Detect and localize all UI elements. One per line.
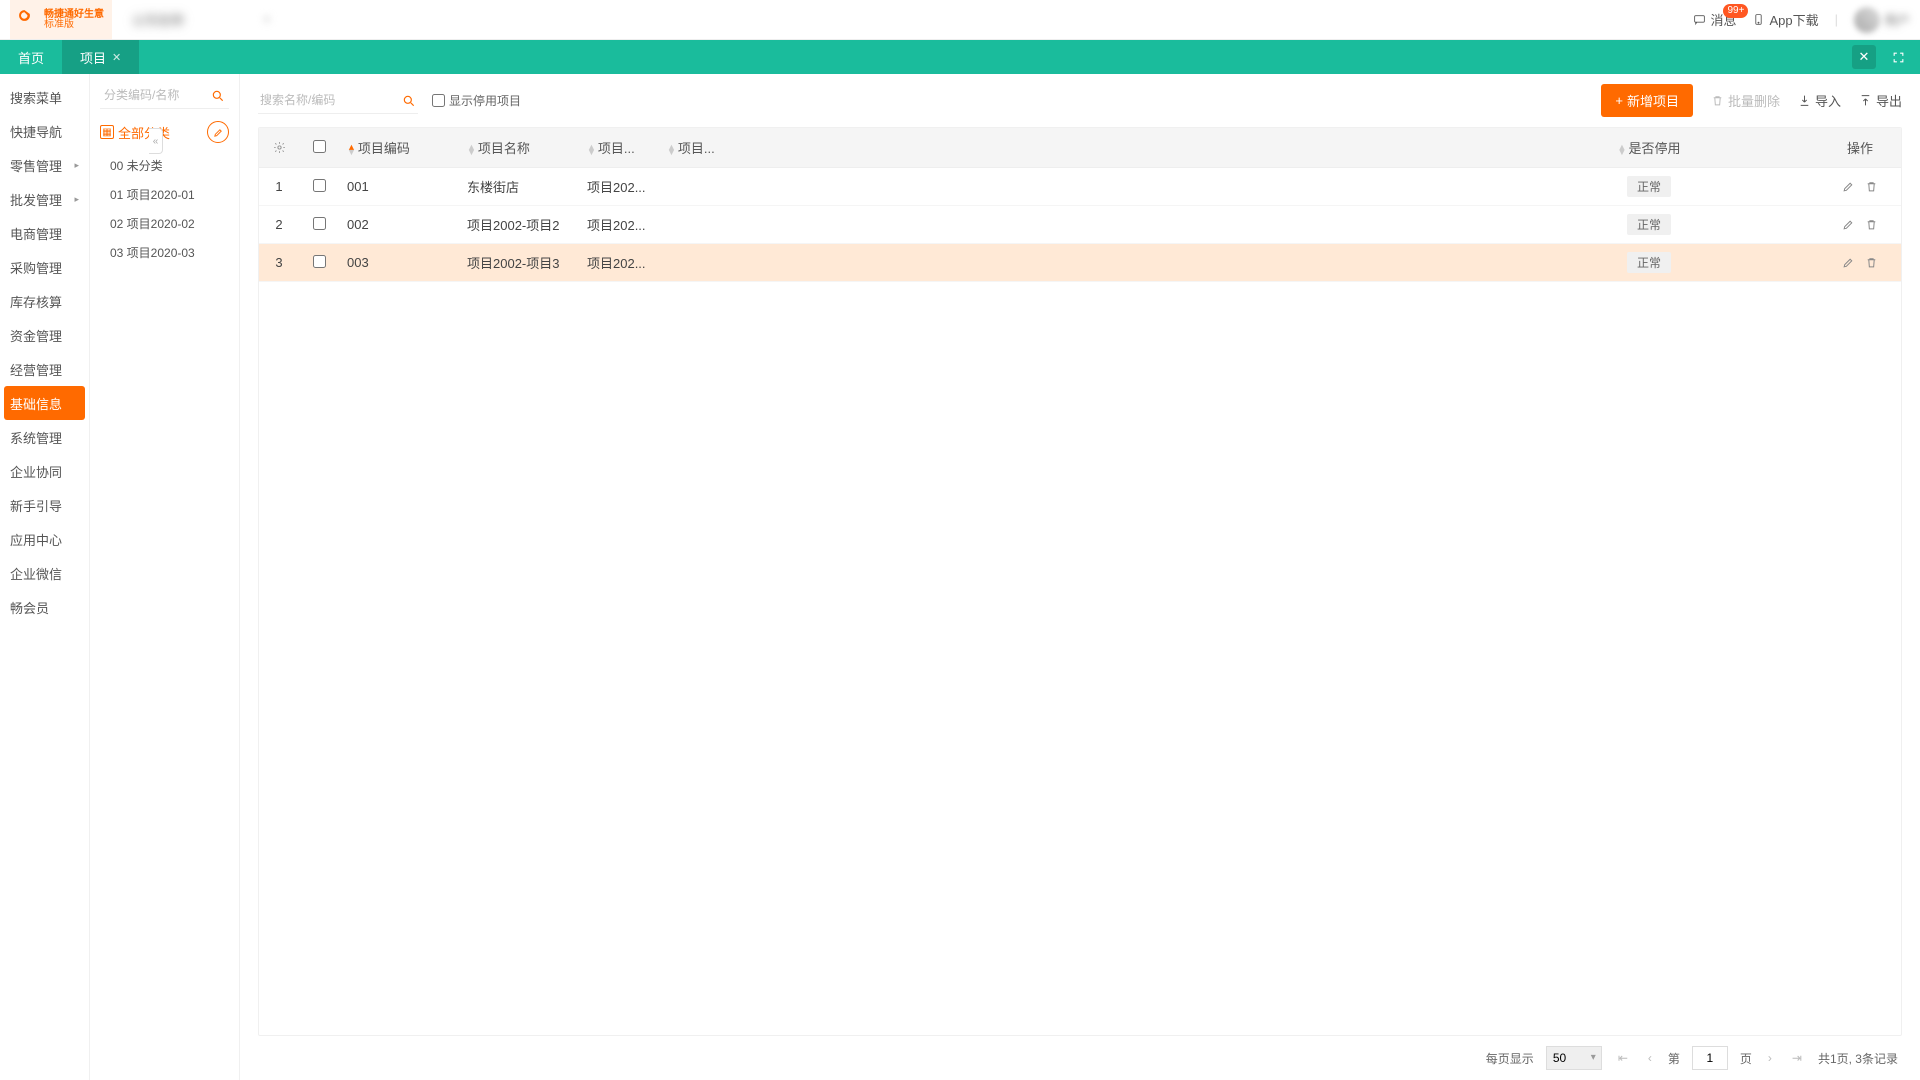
pagination: 每页显示 50 ▾ ⇤ ‹ 第 页 › ⇥ 共1页, 3条记录 <box>258 1036 1902 1074</box>
page-input[interactable] <box>1692 1046 1728 1070</box>
side-nav: 搜索菜单快捷导航零售管理▸批发管理▸电商管理采购管理库存核算资金管理经营管理基础… <box>0 74 90 1080</box>
row-checkbox[interactable] <box>313 179 326 192</box>
edit-category-button[interactable] <box>207 121 229 143</box>
nav-item[interactable]: 系统管理 <box>0 420 89 454</box>
close-all-tabs-button[interactable]: ✕ <box>1852 45 1876 69</box>
app-download-button[interactable]: App下载 <box>1752 10 1818 29</box>
edit-icon[interactable] <box>1842 255 1855 270</box>
search-icon[interactable] <box>211 88 225 104</box>
table-row[interactable]: 3 003 项目2002-项目3 项目202... 正常 <box>259 244 1901 282</box>
settings-column[interactable] <box>259 128 299 168</box>
export-button[interactable]: 导出 <box>1859 91 1902 110</box>
delete-icon[interactable] <box>1865 255 1878 270</box>
messages-badge: 99+ <box>1723 4 1748 18</box>
nav-item[interactable]: 畅会员 <box>0 590 89 624</box>
fullscreen-button[interactable] <box>1886 45 1910 69</box>
col-c3[interactable]: ▲▼项目... <box>579 128 659 168</box>
user-menu[interactable]: 用户 <box>1854 7 1910 33</box>
nav-item[interactable]: 新手引导 <box>0 488 89 522</box>
col-name[interactable]: ▲▼项目名称 <box>459 128 579 168</box>
nav-item[interactable]: 批发管理▸ <box>0 182 89 216</box>
grid-icon: ▦ <box>100 125 114 139</box>
prev-page-button[interactable]: ‹ <box>1644 1049 1656 1067</box>
avatar <box>1854 7 1880 33</box>
col-ops: 操作 <box>1819 128 1901 168</box>
import-icon <box>1798 93 1811 108</box>
nav-item[interactable]: 电商管理 <box>0 216 89 250</box>
select-all-checkbox[interactable] <box>299 128 339 168</box>
plus-icon: + <box>1615 93 1623 108</box>
search-icon[interactable] <box>402 93 416 109</box>
status-badge: 正常 <box>1627 176 1671 197</box>
col-status[interactable]: ▲▼是否停用 <box>1479 128 1819 168</box>
trash-icon <box>1711 93 1724 108</box>
nav-item[interactable]: 快捷导航 <box>0 114 89 148</box>
nav-item[interactable]: 经营管理 <box>0 352 89 386</box>
delete-icon[interactable] <box>1865 217 1878 232</box>
toolbar: 显示停用项目 + 新增项目 批量删除 导入 <box>258 84 1902 117</box>
top-bar: 畅捷通好生意 标准版 公司名称 ▾ 消息 99+ App下载 | 用户 <box>0 0 1920 40</box>
col-code[interactable]: ▲▼项目编码 <box>339 128 459 168</box>
category-panel: ▦ 全部分类 00 未分类01 项目2020-0102 项目2020-0203 … <box>90 74 240 1080</box>
nav-item[interactable]: 应用中心 <box>0 522 89 556</box>
caret-icon: ▸ <box>74 194 79 205</box>
gear-icon <box>273 140 286 155</box>
project-table: ▲▼项目编码 ▲▼项目名称 ▲▼项目... ▲▼项目... ▲▼是否停用 操作 … <box>259 128 1901 282</box>
message-icon <box>1693 12 1706 27</box>
status-badge: 正常 <box>1627 252 1671 273</box>
collapse-panel-button[interactable]: « <box>149 128 163 154</box>
app-logo: 畅捷通好生意 标准版 <box>10 0 112 39</box>
page-summary: 共1页, 3条记录 <box>1818 1050 1898 1067</box>
nav-item[interactable]: 搜索菜单 <box>0 80 89 114</box>
row-checkbox[interactable] <box>313 255 326 268</box>
category-search-input[interactable] <box>100 82 229 109</box>
chevron-down-icon: ▾ <box>264 13 270 26</box>
logo-text-2: 标准版 <box>44 20 104 30</box>
tab-project[interactable]: 项目 ✕ <box>62 40 139 74</box>
last-page-button[interactable]: ⇥ <box>1788 1049 1806 1067</box>
batch-delete-button[interactable]: 批量删除 <box>1711 91 1780 110</box>
col-c4[interactable]: ▲▼项目... <box>659 128 739 168</box>
nav-item[interactable]: 零售管理▸ <box>0 148 89 182</box>
edit-icon[interactable] <box>1842 217 1855 232</box>
content-area: 显示停用项目 + 新增项目 批量删除 导入 <box>240 74 1920 1080</box>
col-spacer <box>739 128 1479 168</box>
first-page-button[interactable]: ⇤ <box>1614 1049 1632 1067</box>
tab-home[interactable]: 首页 <box>0 40 62 74</box>
close-icon[interactable]: ✕ <box>112 51 121 64</box>
import-button[interactable]: 导入 <box>1798 91 1841 110</box>
phone-icon <box>1752 12 1765 27</box>
category-item[interactable]: 02 项目2020-02 <box>98 209 231 238</box>
nav-item[interactable]: 企业微信 <box>0 556 89 590</box>
messages-button[interactable]: 消息 99+ <box>1693 10 1736 29</box>
table-row[interactable]: 2 002 项目2002-项目2 项目202... 正常 <box>259 206 1901 244</box>
nav-item[interactable]: 企业协同 <box>0 454 89 488</box>
nav-item[interactable]: 基础信息 <box>4 386 85 420</box>
add-project-button[interactable]: + 新增项目 <box>1601 84 1693 117</box>
category-item[interactable]: 00 未分类 <box>98 151 231 180</box>
show-disabled-checkbox[interactable]: 显示停用项目 <box>432 92 521 109</box>
category-item[interactable]: 01 项目2020-01 <box>98 180 231 209</box>
logo-text-1: 畅捷通好生意 <box>44 10 104 20</box>
category-item[interactable]: 03 项目2020-03 <box>98 238 231 267</box>
next-page-button[interactable]: › <box>1764 1049 1776 1067</box>
edit-icon[interactable] <box>1842 179 1855 194</box>
table-row[interactable]: 1 001 东楼街店 项目202... 正常 <box>259 168 1901 206</box>
status-badge: 正常 <box>1627 214 1671 235</box>
tab-bar: 首页 项目 ✕ ✕ <box>0 40 1920 74</box>
company-selector[interactable]: 公司名称 ▾ <box>132 10 270 29</box>
nav-item[interactable]: 资金管理 <box>0 318 89 352</box>
export-icon <box>1859 93 1872 108</box>
nav-item[interactable]: 库存核算 <box>0 284 89 318</box>
delete-icon[interactable] <box>1865 179 1878 194</box>
row-checkbox[interactable] <box>313 217 326 230</box>
logo-icon <box>18 9 40 31</box>
nav-item[interactable]: 采购管理 <box>0 250 89 284</box>
caret-icon: ▸ <box>74 160 79 171</box>
page-size-select[interactable]: 50 <box>1546 1046 1602 1070</box>
search-input[interactable] <box>258 87 418 114</box>
